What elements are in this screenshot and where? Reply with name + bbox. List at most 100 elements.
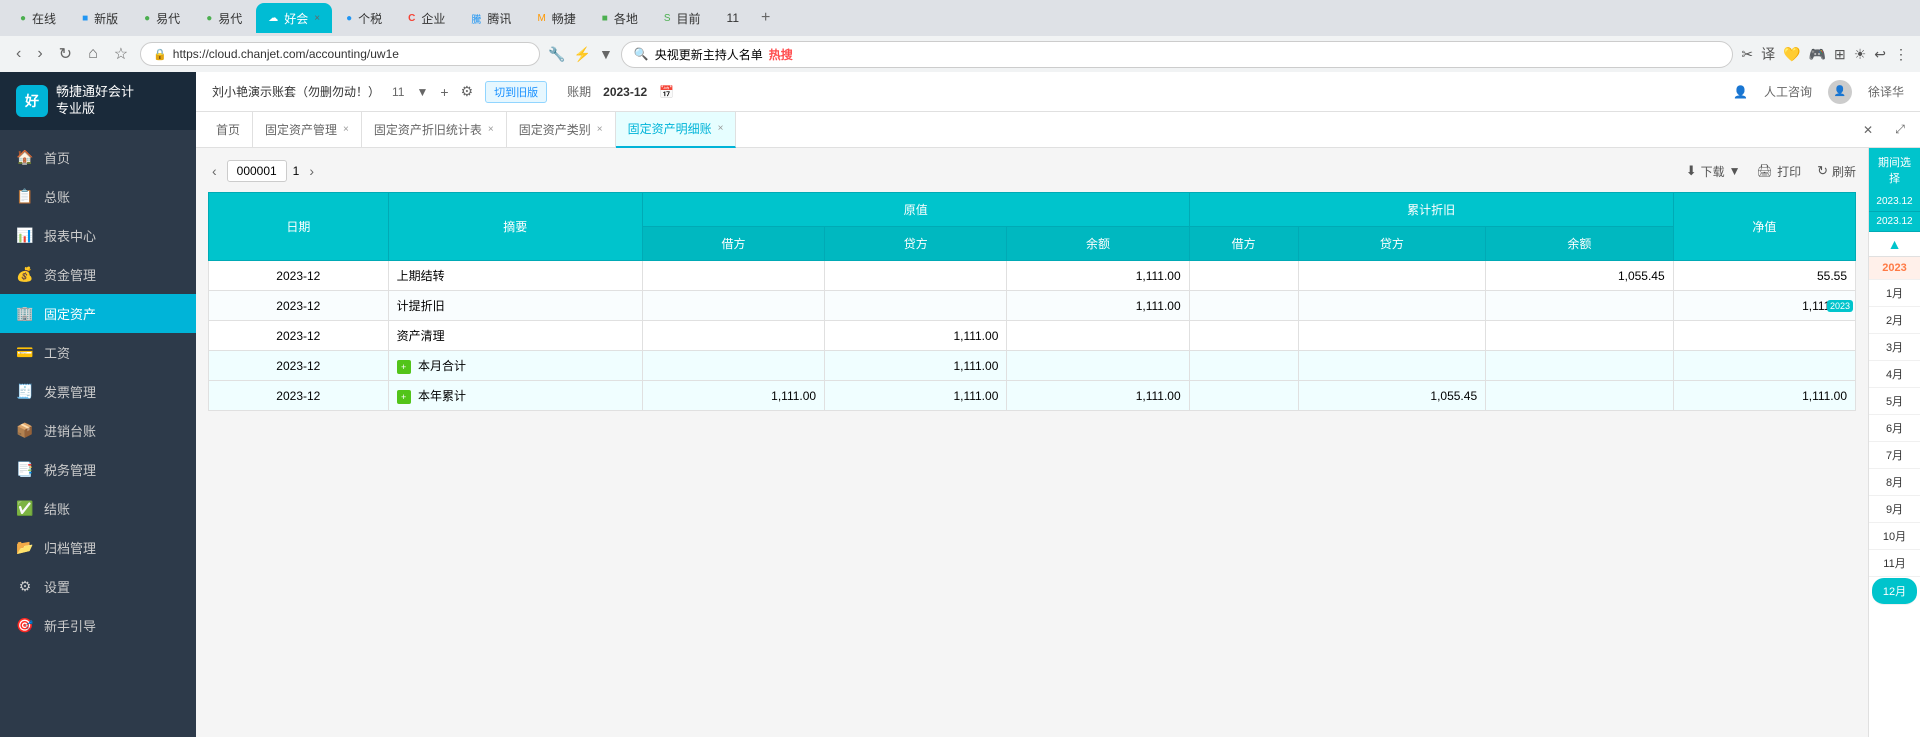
page-tab-fixed-assets-mgmt[interactable]: 固定资产管理 × bbox=[253, 112, 362, 148]
toolbar-row: ‹ 1 › ⬇ 下载 ▼ 🖨 打印 bbox=[208, 160, 1856, 182]
col-header-original-value: 原值 bbox=[642, 193, 1189, 227]
period-month-8[interactable]: 8月 bbox=[1869, 469, 1920, 496]
switch-version-button[interactable]: 切到旧版 bbox=[485, 81, 547, 103]
search-bar[interactable]: 🔍 央视更新主持人名单 热搜 bbox=[621, 41, 1734, 68]
sidebar-item-closing[interactable]: ✅ 结账 bbox=[0, 489, 196, 528]
scroll-up-icon[interactable]: ▲ bbox=[1888, 236, 1902, 252]
period-month-10[interactable]: 10月 bbox=[1869, 523, 1920, 550]
scissors-icon[interactable]: ✂ bbox=[1741, 46, 1753, 63]
brightness-icon[interactable]: ☀ bbox=[1854, 46, 1867, 63]
page-prev-button[interactable]: ‹ bbox=[208, 161, 221, 181]
user-avatar: 👤 bbox=[1828, 80, 1852, 104]
sidebar-item-report[interactable]: 📊 报表中心 bbox=[0, 216, 196, 255]
close-all-tabs-button[interactable]: ✕ bbox=[1856, 118, 1880, 142]
page-next-button[interactable]: › bbox=[305, 161, 318, 181]
tab-xinban[interactable]: ■ 新版 bbox=[70, 3, 130, 33]
period-month-7[interactable]: 7月 bbox=[1869, 442, 1920, 469]
sidebar-item-tax[interactable]: 📑 税务管理 bbox=[0, 450, 196, 489]
table-row: 2023-12 计提折旧 1,111.00 1,111.00 2023 bbox=[209, 291, 1856, 321]
sidebar-item-fixed-assets[interactable]: 🏢 固定资产 bbox=[0, 294, 196, 333]
row3-summary: 资产清理 bbox=[388, 321, 642, 351]
back-button[interactable]: ‹ bbox=[12, 41, 25, 67]
close-tab-fixed-assets-mgmt[interactable]: × bbox=[343, 124, 349, 135]
tab-icon-yidai2: ● bbox=[206, 13, 212, 24]
tab-changjie[interactable]: M 畅捷 bbox=[525, 3, 587, 33]
sidebar-label-settings: 设置 bbox=[44, 577, 70, 596]
more-icon[interactable]: ⋮ bbox=[1894, 46, 1908, 63]
company-name: 刘小艳演示账套（勿删勿动！） bbox=[212, 83, 380, 100]
tab-yidai2[interactable]: ● 易代 bbox=[194, 3, 254, 33]
tab-haohui[interactable]: ☁ 好会 × bbox=[256, 3, 332, 33]
period-month-2[interactable]: 2月 bbox=[1869, 307, 1920, 334]
page-tab-fixed-category[interactable]: 固定资产类别 × bbox=[507, 112, 616, 148]
dropdown-company-icon[interactable]: ▼ bbox=[416, 85, 428, 99]
sidebar-item-inventory[interactable]: 📦 进销台账 bbox=[0, 411, 196, 450]
period-month-5[interactable]: 5月 bbox=[1869, 388, 1920, 415]
refresh-button[interactable]: ↻ 刷新 bbox=[1817, 163, 1856, 180]
tab-close-haohui[interactable]: × bbox=[314, 13, 320, 24]
address-bar[interactable]: 🔒 https://cloud.chanjet.com/accounting/u… bbox=[140, 42, 540, 66]
invoice-icon: 🧾 bbox=[16, 382, 34, 400]
expand-tab-button[interactable]: ⤢ bbox=[1888, 118, 1912, 142]
close-tab-fixed-category[interactable]: × bbox=[597, 124, 603, 135]
sidebar-item-settings[interactable]: ⚙ 设置 bbox=[0, 567, 196, 606]
period-month-12[interactable]: 12月 bbox=[1872, 578, 1917, 605]
service-label[interactable]: 人工咨询 bbox=[1764, 83, 1812, 100]
close-tab-depreciation-stats[interactable]: × bbox=[488, 124, 494, 135]
sidebar-item-guide[interactable]: 🎯 新手引导 bbox=[0, 606, 196, 645]
bookmark-button[interactable]: ☆ bbox=[110, 40, 132, 68]
period-year-2023[interactable]: 2023 bbox=[1869, 257, 1920, 280]
tab-muqian[interactable]: S 目前 bbox=[652, 3, 713, 33]
sidebar-item-fund[interactable]: 💰 资金管理 bbox=[0, 255, 196, 294]
period-month-11[interactable]: 11月 bbox=[1869, 550, 1920, 577]
tab-zaixin[interactable]: ● 在线 bbox=[8, 3, 68, 33]
tab-tencent[interactable]: 騰 腾讯 bbox=[459, 3, 523, 33]
tab-badge[interactable]: 11 bbox=[715, 3, 751, 33]
sidebar-item-invoice[interactable]: 🧾 发票管理 bbox=[0, 372, 196, 411]
page-tab-home[interactable]: 首页 bbox=[204, 112, 253, 148]
reload-button[interactable]: ↻ bbox=[55, 40, 76, 68]
tab-yidai1[interactable]: ● 易代 bbox=[132, 3, 192, 33]
translate-icon[interactable]: 译 bbox=[1761, 44, 1775, 64]
page-tab-depreciation-stats[interactable]: 固定资产折旧统计表 × bbox=[362, 112, 507, 148]
add-company-button[interactable]: + bbox=[440, 84, 448, 100]
download-button[interactable]: ⬇ 下载 ▼ bbox=[1686, 163, 1741, 180]
tab-icon-muqian: S bbox=[664, 13, 671, 24]
game-icon[interactable]: 🎮 bbox=[1809, 46, 1826, 63]
page-number: 1 bbox=[293, 164, 300, 178]
sidebar-item-home[interactable]: 🏠 首页 bbox=[0, 138, 196, 177]
period-month-4[interactable]: 4月 bbox=[1869, 361, 1920, 388]
tab-icon-xinban: ■ bbox=[82, 13, 88, 24]
calendar-icon[interactable]: 📅 bbox=[659, 85, 674, 99]
period-month-3[interactable]: 3月 bbox=[1869, 334, 1920, 361]
sidebar-item-ledger[interactable]: 📋 总账 bbox=[0, 177, 196, 216]
top-bar-right: 👤 人工咨询 👤 徐译华 bbox=[1733, 80, 1904, 104]
period-month-1[interactable]: 1月 bbox=[1869, 280, 1920, 307]
download-label: 下载 bbox=[1701, 163, 1725, 180]
close-tab-ledger-detail[interactable]: × bbox=[718, 123, 724, 134]
app-container: 好 畅捷通好会计 专业版 🏠 首页 📋 总账 📊 报表中心 💰 资金管理 bbox=[0, 72, 1920, 737]
page-input[interactable] bbox=[227, 160, 287, 182]
print-button[interactable]: 🖨 打印 bbox=[1757, 163, 1802, 180]
settings-company-button[interactable]: ⚙ bbox=[461, 83, 474, 100]
tab-qiye[interactable]: C 企业 bbox=[396, 3, 457, 33]
row1-orig-credit bbox=[825, 261, 1007, 291]
tab-gesui[interactable]: ● 个税 bbox=[334, 3, 394, 33]
tab-add-button[interactable]: + bbox=[753, 5, 778, 31]
sidebar-item-salary[interactable]: 💳 工资 bbox=[0, 333, 196, 372]
grid-icon[interactable]: ⊞ bbox=[1834, 46, 1846, 63]
period-month-6[interactable]: 6月 bbox=[1869, 415, 1920, 442]
period-month-9[interactable]: 9月 bbox=[1869, 496, 1920, 523]
sidebar-item-archive[interactable]: 📂 归档管理 bbox=[0, 528, 196, 567]
page-tab-home-label: 首页 bbox=[216, 121, 240, 138]
undo-icon[interactable]: ↩ bbox=[1874, 46, 1886, 63]
forward-button[interactable]: › bbox=[33, 41, 46, 67]
page-tab-ledger-detail[interactable]: 固定资产明细账 × bbox=[616, 112, 737, 148]
print-icon: 🖨 bbox=[1757, 163, 1774, 179]
tab-icon-zaixin: ● bbox=[20, 13, 26, 24]
tab-gedi[interactable]: ■ 各地 bbox=[590, 3, 650, 33]
wallet-icon[interactable]: 💛 bbox=[1783, 46, 1800, 63]
summary-icon: + bbox=[397, 360, 411, 374]
home-button[interactable]: ⌂ bbox=[84, 41, 102, 67]
dropdown-icon[interactable]: ▼ bbox=[599, 46, 613, 62]
